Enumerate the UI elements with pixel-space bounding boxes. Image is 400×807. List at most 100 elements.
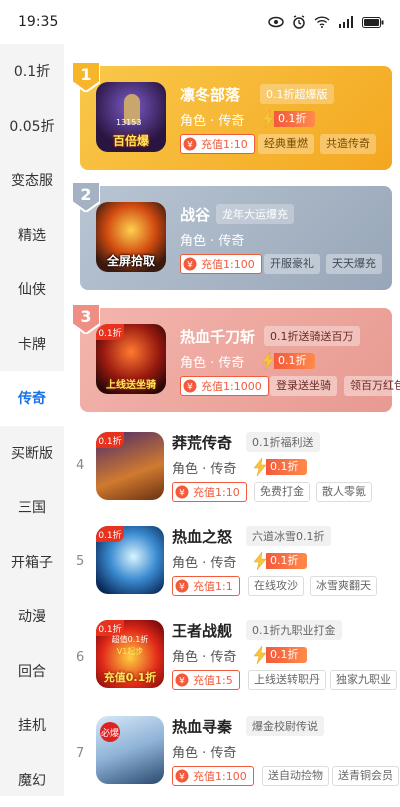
feature-tag: 开服豪礼 xyxy=(264,254,320,274)
game-thumbnail: 必爆 xyxy=(96,716,164,784)
thumb-text: 全屏拾取 xyxy=(96,252,166,269)
game-meta: 角色 · 传奇 xyxy=(180,352,244,371)
game-meta: 角色 · 传奇 xyxy=(172,552,236,571)
list-item[interactable]: 5 0.1折 热血之怒 六道冰雪0.1折 角色 · 传奇 0.1折 ¥ 充值1:… xyxy=(64,524,400,620)
yen-icon: ¥ xyxy=(181,135,199,153)
sidebar-item-kaixiangzi[interactable]: 开箱子 xyxy=(0,535,64,590)
svg-text:¥: ¥ xyxy=(179,489,185,499)
feature-tag: 登录送坐骑 xyxy=(270,376,337,396)
alarm-icon xyxy=(292,15,306,29)
discount-text: 0.1折 xyxy=(274,111,315,127)
rank-number: 7 xyxy=(76,746,84,761)
list-item[interactable]: 6 0.1折 超值0.1折 V1起步 充值0.1折 王者战舰 0.1折九职业打金… xyxy=(64,620,400,716)
discount-badge: 0.1折 xyxy=(260,352,315,370)
recharge-ratio: ¥ 充值1:1 xyxy=(172,576,240,596)
svg-text:¥: ¥ xyxy=(187,261,193,271)
game-title: 热血之怒 xyxy=(172,526,232,547)
feature-tag: 送青铜会员 xyxy=(332,766,399,786)
svg-text:¥: ¥ xyxy=(179,583,185,593)
feature-tag: 经典重燃 xyxy=(258,134,314,154)
game-promo-tag: 0.1折送骑送百万 xyxy=(264,326,360,346)
thumb-text: 上线送坐骑 xyxy=(96,376,166,391)
game-title: 凛冬部落 xyxy=(180,84,240,105)
yen-icon: ¥ xyxy=(173,483,191,501)
feature-tag: 领百万红包 xyxy=(344,376,400,396)
game-meta: 角色 · 传奇 xyxy=(172,742,236,761)
sidebar-item-sanguo[interactable]: 三国 xyxy=(0,480,64,535)
sidebar-item-xianxia[interactable]: 仙侠 xyxy=(0,262,64,317)
yen-icon: ¥ xyxy=(181,255,199,273)
game-list: 1 13153 百倍爆 凛冬部落 0.1折超爆版 角色 · 传奇 0.1折 ¥ … xyxy=(64,44,400,796)
sidebar-item-kapai[interactable]: 卡牌 xyxy=(0,317,64,372)
thumb-discount-badge: 0.1折 xyxy=(96,526,124,542)
svg-text:¥: ¥ xyxy=(179,677,185,687)
feature-tag: 冰雪爽翻天 xyxy=(310,576,377,596)
recharge-ratio: ¥ 充值1:100 xyxy=(172,766,254,786)
sidebar-item-chuanqi[interactable]: 传奇 xyxy=(0,371,64,426)
status-bar: 19:35 xyxy=(0,0,400,44)
game-meta: 角色 · 传奇 xyxy=(180,110,244,129)
game-title: 战谷 xyxy=(180,204,210,225)
recharge-ratio: ¥ 充值1:5 xyxy=(172,670,240,690)
sidebar-item-maiduan[interactable]: 买断版 xyxy=(0,426,64,481)
sidebar-item-0.1zhe[interactable]: 0.1折 xyxy=(0,44,64,99)
eye-icon xyxy=(268,16,284,28)
recharge-ratio: ¥ 充值1:1000 xyxy=(180,376,269,396)
game-promo-tag: 0.1折九职业打金 xyxy=(246,620,342,640)
list-item[interactable]: 4 0.1折 莽荒传奇 0.1折福利送 角色 · 传奇 0.1折 ¥ 充值1:1… xyxy=(64,428,400,524)
game-title: 热血千刀斩 xyxy=(180,326,255,347)
status-icons xyxy=(268,15,384,29)
svg-text:3: 3 xyxy=(80,307,91,326)
rank-number: 4 xyxy=(76,458,84,473)
top-game-card-1[interactable]: 1 13153 百倍爆 凛冬部落 0.1折超爆版 角色 · 传奇 0.1折 ¥ … xyxy=(80,66,392,170)
sidebar-item-guaji[interactable]: 挂机 xyxy=(0,698,64,753)
discount-text: 0.1折 xyxy=(266,647,307,663)
game-thumbnail: 0.1折 上线送坐骑 xyxy=(96,324,166,394)
thumb-text: 百倍爆 xyxy=(96,132,166,149)
discount-badge: 0.1折 xyxy=(260,110,315,128)
recharge-text: 充值1:100 xyxy=(191,768,253,784)
thumb-discount-badge: 0.1折 xyxy=(96,324,124,340)
discount-text: 0.1折 xyxy=(266,459,307,475)
feature-tag: 共造传奇 xyxy=(320,134,376,154)
game-thumbnail: 0.1折 xyxy=(96,432,164,500)
discount-text: 0.1折 xyxy=(266,553,307,569)
discount-text: 0.1折 xyxy=(274,353,315,369)
thumb-caption: V1起步 xyxy=(96,646,164,657)
sidebar-item-biantai[interactable]: 变态服 xyxy=(0,153,64,208)
svg-text:¥: ¥ xyxy=(187,141,193,151)
game-title: 王者战舰 xyxy=(172,620,232,641)
rank-badge-2: 2 xyxy=(72,182,100,212)
category-sidebar: 0.1折 0.05折 变态服 精选 仙侠 卡牌 传奇 买断版 三国 开箱子 动漫… xyxy=(0,44,64,796)
sidebar-item-jingxuan[interactable]: 精选 xyxy=(0,208,64,263)
status-time: 19:35 xyxy=(18,14,58,30)
sidebar-item-huihe[interactable]: 回合 xyxy=(0,644,64,699)
thumb-discount-badge: 0.1折 xyxy=(96,432,124,448)
rank-number: 5 xyxy=(76,554,84,569)
yen-icon: ¥ xyxy=(173,671,191,689)
sidebar-item-mohuan[interactable]: 魔幻 xyxy=(0,753,64,807)
feature-tag: 上线送转职丹 xyxy=(248,670,326,690)
game-promo-tag: 0.1折超爆版 xyxy=(260,84,334,104)
game-title: 热血寻秦 xyxy=(172,716,232,737)
yen-icon: ¥ xyxy=(173,767,191,785)
game-meta: 角色 · 传奇 xyxy=(172,458,236,477)
discount-badge: 0.1折 xyxy=(252,646,307,664)
recharge-text: 充值1:1 xyxy=(191,578,239,594)
recharge-ratio: ¥ 充值1:10 xyxy=(180,134,255,154)
rank-badge-1: 1 xyxy=(72,62,100,92)
top-game-card-2[interactable]: 2 全屏拾取 战谷 龙年大运爆充 角色 · 传奇 ¥ 充值1:100 开服豪礼 … xyxy=(80,186,392,290)
game-thumbnail: 0.1折 超值0.1折 V1起步 充值0.1折 xyxy=(96,620,164,688)
game-promo-tag: 爆金校尉传说 xyxy=(246,716,324,736)
recharge-text: 充值1:5 xyxy=(191,672,239,688)
feature-tag: 独家九职业 xyxy=(330,670,397,690)
thumb-caption: 超值0.1折 xyxy=(96,634,164,645)
svg-text:2: 2 xyxy=(80,185,91,204)
discount-badge: 0.1折 xyxy=(252,552,307,570)
thumb-text: 必爆 xyxy=(100,722,120,742)
feature-tag: 送自动捡物 xyxy=(262,766,329,786)
list-item[interactable]: 7 必爆 热血寻秦 爆金校尉传说 角色 · 传奇 ¥ 充值1:100 送自动捡物… xyxy=(64,716,400,796)
top-game-card-3[interactable]: 3 0.1折 上线送坐骑 热血千刀斩 0.1折送骑送百万 角色 · 传奇 0.1… xyxy=(80,308,392,412)
sidebar-item-0.05zhe[interactable]: 0.05折 xyxy=(0,99,64,154)
sidebar-item-dongman[interactable]: 动漫 xyxy=(0,589,64,644)
